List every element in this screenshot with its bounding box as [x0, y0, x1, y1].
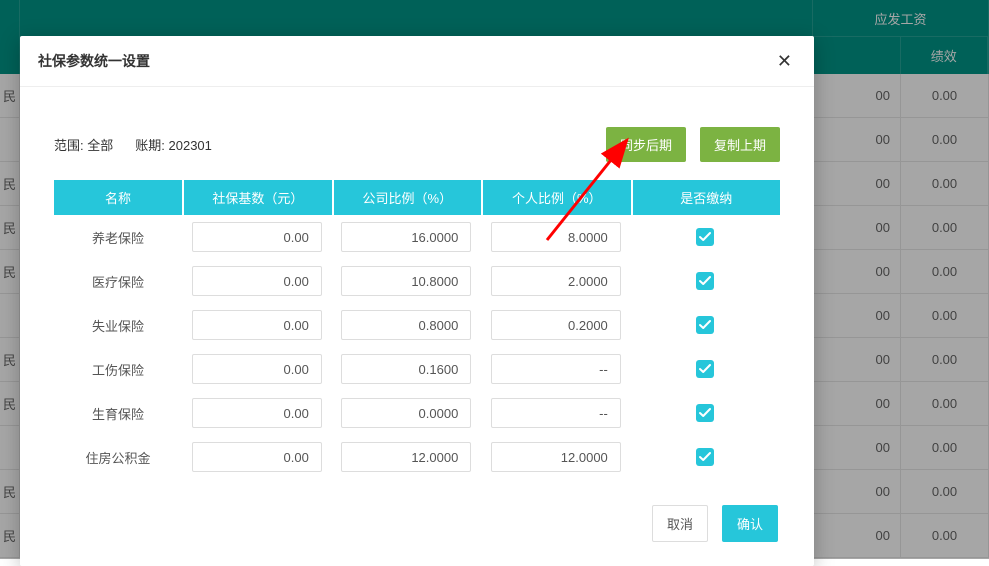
corp-ratio-input[interactable] — [341, 442, 471, 472]
pers-ratio-input[interactable] — [491, 266, 621, 296]
th-base: 社保基数（元） — [182, 180, 331, 215]
th-pay: 是否缴纳 — [631, 180, 780, 215]
row-name: 生育保险 — [54, 391, 182, 435]
th-pers: 个人比例（%） — [481, 180, 630, 215]
modal-footer: 取消 确认 — [54, 505, 780, 542]
corp-ratio-input[interactable] — [341, 354, 471, 384]
meta-right: 同步后期 复制上期 — [606, 127, 780, 162]
pers-ratio-input[interactable] — [491, 222, 621, 252]
table-row: 生育保险 — [54, 391, 780, 435]
table-row: 养老保险 — [54, 215, 780, 259]
pers-ratio-input[interactable] — [491, 310, 621, 340]
modal-title: 社保参数统一设置 — [38, 51, 150, 71]
cancel-button[interactable]: 取消 — [652, 505, 708, 542]
pay-checkbox[interactable] — [696, 272, 714, 290]
copy-prev-button[interactable]: 复制上期 — [700, 127, 780, 162]
close-icon: ✕ — [777, 51, 792, 71]
th-corp: 公司比例（%） — [332, 180, 481, 215]
pay-checkbox[interactable] — [696, 228, 714, 246]
period-label: 账期: — [135, 138, 165, 153]
row-name: 工伤保险 — [54, 347, 182, 391]
social-insurance-settings-dialog: 社保参数统一设置 ✕ 范围: 全部 账期: 202301 同步后期 复制上期 — [20, 36, 814, 566]
pers-ratio-input[interactable] — [491, 442, 621, 472]
insurance-table: 名称 社保基数（元） 公司比例（%） 个人比例（%） 是否缴纳 养老保险医疗保险… — [54, 180, 780, 479]
pay-checkbox[interactable] — [696, 404, 714, 422]
base-input[interactable] — [192, 266, 322, 296]
meta-row: 范围: 全部 账期: 202301 同步后期 复制上期 — [54, 127, 780, 162]
meta-left: 范围: 全部 账期: 202301 — [54, 135, 212, 154]
table-row: 失业保险 — [54, 303, 780, 347]
period-value: 202301 — [169, 138, 212, 153]
corp-ratio-input[interactable] — [341, 310, 471, 340]
pay-checkbox[interactable] — [696, 316, 714, 334]
corp-ratio-input[interactable] — [341, 222, 471, 252]
base-input[interactable] — [192, 354, 322, 384]
row-name: 住房公积金 — [54, 435, 182, 479]
table-row: 医疗保险 — [54, 259, 780, 303]
base-input[interactable] — [192, 442, 322, 472]
table-row: 住房公积金 — [54, 435, 780, 479]
scope-label: 范围: — [54, 138, 84, 153]
row-name: 医疗保险 — [54, 259, 182, 303]
base-input[interactable] — [192, 398, 322, 428]
confirm-button[interactable]: 确认 — [722, 505, 778, 542]
sync-later-button[interactable]: 同步后期 — [606, 127, 686, 162]
close-button[interactable]: ✕ — [773, 50, 796, 72]
corp-ratio-input[interactable] — [341, 266, 471, 296]
scope-value: 全部 — [87, 138, 113, 153]
base-input[interactable] — [192, 310, 322, 340]
modal-body: 范围: 全部 账期: 202301 同步后期 复制上期 名称 社保基数（元） 公… — [20, 87, 814, 566]
table-row: 工伤保险 — [54, 347, 780, 391]
row-name: 养老保险 — [54, 215, 182, 259]
corp-ratio-input[interactable] — [341, 398, 471, 428]
pers-ratio-input[interactable] — [491, 398, 621, 428]
th-name: 名称 — [54, 180, 182, 215]
pers-ratio-input[interactable] — [491, 354, 621, 384]
row-name: 失业保险 — [54, 303, 182, 347]
pay-checkbox[interactable] — [696, 360, 714, 378]
modal-header: 社保参数统一设置 ✕ — [20, 36, 814, 87]
base-input[interactable] — [192, 222, 322, 252]
pay-checkbox[interactable] — [696, 448, 714, 466]
